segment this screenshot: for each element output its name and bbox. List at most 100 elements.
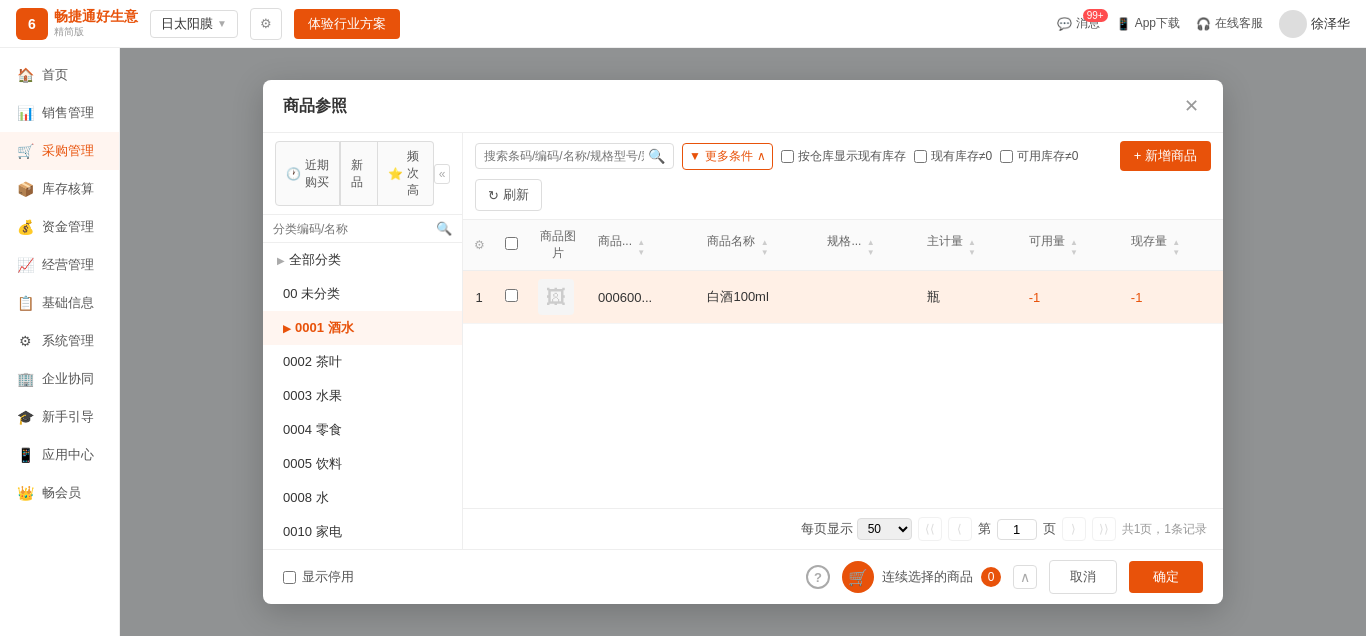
product-search-input[interactable] <box>484 149 644 163</box>
message-button[interactable]: 💬 消息 99+ <box>1057 15 1100 32</box>
cart-area: 🛒 连续选择的商品 0 <box>842 561 1001 593</box>
finance-icon: 💰 <box>16 218 34 236</box>
collapse-left-panel-button[interactable]: « <box>434 164 450 184</box>
tab-recent-purchase[interactable]: 🕐 近期购买 <box>275 141 340 206</box>
table-toolbar: 🔍 ▼ 更多条件 ∧ 按仓库显示现有库存 <box>463 133 1223 220</box>
sidebar-item-basic-info-label: 基础信息 <box>42 294 94 312</box>
warehouse-display-checkbox[interactable]: 按仓库显示现有库存 <box>781 148 906 165</box>
settings-gear-button[interactable]: ⚙ <box>250 8 282 40</box>
trial-button[interactable]: 体验行业方案 <box>294 9 400 39</box>
sidebar-item-app-center[interactable]: 📱 应用中心 <box>0 436 119 474</box>
pagination: 每页显示 50 10 20 100 ⟨⟨ ⟨ 第 <box>463 508 1223 549</box>
col-available[interactable]: 可用量 ▲▼ <box>1019 220 1121 271</box>
sidebar-item-finance-label: 资金管理 <box>42 218 94 236</box>
cancel-button[interactable]: 取消 <box>1049 560 1117 594</box>
filter-icon: ▼ <box>689 149 701 163</box>
message-badge: 99+ <box>1083 9 1108 22</box>
col-spec[interactable]: 规格... ▲▼ <box>817 220 916 271</box>
select-all-checkbox[interactable] <box>505 237 518 250</box>
last-page-button[interactable]: ⟩⟩ <box>1092 517 1116 541</box>
more-filter-button[interactable]: ▼ 更多条件 ∧ <box>682 143 773 170</box>
row-name: 白酒100ml <box>697 271 817 324</box>
modal-close-button[interactable]: ✕ <box>1179 94 1203 118</box>
sidebar-item-guide[interactable]: 🎓 新手引导 <box>0 398 119 436</box>
operations-icon: 📈 <box>16 256 34 274</box>
phone-icon: 📱 <box>1116 17 1131 31</box>
table-header-row: ⚙ 商品图片 商品... ▲▼ <box>463 220 1223 271</box>
home-icon: 🏠 <box>16 66 34 84</box>
cart-label: 连续选择的商品 <box>882 568 973 586</box>
headset-icon: 🎧 <box>1196 17 1211 31</box>
sidebar-item-enterprise[interactable]: 🏢 企业协同 <box>0 360 119 398</box>
sidebar-item-system[interactable]: ⚙ 系统管理 <box>0 322 119 360</box>
row-code: 000600... <box>588 271 697 324</box>
col-stock[interactable]: 现存量 ▲▼ <box>1121 220 1223 271</box>
table-row[interactable]: 1 🖼 <box>463 271 1223 324</box>
col-code[interactable]: 商品... ▲▼ <box>588 220 697 271</box>
next-page-button[interactable]: ⟩ <box>1062 517 1086 541</box>
sidebar-item-purchase[interactable]: 🛒 采购管理 <box>0 132 119 170</box>
row-num: 1 <box>463 271 495 324</box>
logo-area: 6 畅捷通好生意 精简版 <box>16 8 138 40</box>
sidebar-item-home-label: 首页 <box>42 66 68 84</box>
sidebar-item-member[interactable]: 👑 畅会员 <box>0 474 119 512</box>
page-size-area: 每页显示 50 10 20 100 <box>801 518 912 540</box>
guide-icon: 🎓 <box>16 408 34 426</box>
confirm-button[interactable]: 确定 <box>1129 561 1203 593</box>
category-item-tea[interactable]: 0002 茶叶 <box>263 345 462 379</box>
arrow-active-icon: ▶ <box>283 323 291 334</box>
topbar-right: 💬 消息 99+ 📱 App下载 🎧 在线客服 徐泽华 <box>1057 10 1350 38</box>
sidebar-item-app-center-label: 应用中心 <box>42 446 94 464</box>
left-tabs: 🕐 近期购买 新品 ⭐ 频次高 <box>275 141 434 206</box>
logo-title: 畅捷通好生意 <box>54 8 138 25</box>
first-page-button[interactable]: ⟨⟨ <box>918 517 942 541</box>
refresh-button[interactable]: ↻ 刷新 <box>475 179 542 211</box>
sidebar-item-inventory[interactable]: 📦 库存核算 <box>0 170 119 208</box>
sidebar-item-finance[interactable]: 💰 资金管理 <box>0 208 119 246</box>
product-search-icon[interactable]: 🔍 <box>648 148 665 164</box>
sidebar-item-basic-info[interactable]: 📋 基础信息 <box>0 284 119 322</box>
sidebar-item-operations[interactable]: 📈 经营管理 <box>0 246 119 284</box>
category-item-all[interactable]: ▶ 全部分类 <box>263 243 462 277</box>
sidebar-item-sales[interactable]: 📊 销售管理 <box>0 94 119 132</box>
table-settings-icon[interactable]: ⚙ <box>474 238 485 252</box>
content-area: 商品参照 ✕ 🕐 近期购买 <box>120 48 1366 636</box>
show-disabled-input[interactable] <box>283 571 296 584</box>
app-download-button[interactable]: 📱 App下载 <box>1116 15 1180 32</box>
category-item-fruit[interactable]: 0003 水果 <box>263 379 462 413</box>
store-dropdown[interactable]: 日太阳膜 ▼ <box>150 10 238 38</box>
tab-frequent[interactable]: ⭐ 频次高 <box>378 141 435 206</box>
tab-new-product[interactable]: 新品 <box>340 141 378 206</box>
category-item-beverage[interactable]: 0005 饮料 <box>263 447 462 481</box>
category-search-icon[interactable]: 🔍 <box>436 221 452 236</box>
user-area[interactable]: 徐泽华 <box>1279 10 1350 38</box>
online-service-button[interactable]: 🎧 在线客服 <box>1196 15 1263 32</box>
col-name[interactable]: 商品名称 ▲▼ <box>697 220 817 271</box>
add-product-button[interactable]: + 新增商品 <box>1120 141 1211 171</box>
message-icon: 💬 <box>1057 17 1072 31</box>
col-unit[interactable]: 主计量 ▲▼ <box>917 220 1019 271</box>
cart-icon[interactable]: 🛒 <box>842 561 874 593</box>
row-checkbox-cell <box>495 271 528 324</box>
category-item-liquor[interactable]: ▶ 0001 酒水 <box>263 311 462 345</box>
help-button[interactable]: ? <box>806 565 830 589</box>
prev-page-button[interactable]: ⟨ <box>948 517 972 541</box>
left-panel-header: 🕐 近期购买 新品 ⭐ 频次高 <box>263 133 462 215</box>
stock-nonzero-checkbox[interactable]: 现有库存≠0 <box>914 148 992 165</box>
page-size-select[interactable]: 50 10 20 100 <box>857 518 912 540</box>
collapse-footer-button[interactable]: ∧ <box>1013 565 1037 589</box>
category-item-snack[interactable]: 0004 零食 <box>263 413 462 447</box>
row-checkbox[interactable] <box>505 289 518 302</box>
modal-title: 商品参照 <box>283 96 347 117</box>
show-disabled-checkbox[interactable]: 显示停用 <box>283 568 354 586</box>
sidebar-item-enterprise-label: 企业协同 <box>42 370 94 388</box>
page-number-input[interactable] <box>997 519 1037 540</box>
avatar <box>1279 10 1307 38</box>
available-nonzero-checkbox[interactable]: 可用库存≠0 <box>1000 148 1078 165</box>
category-item-water[interactable]: 0008 水 <box>263 481 462 515</box>
chevron-down-icon: ▼ <box>217 18 227 29</box>
category-search-input[interactable] <box>273 222 430 236</box>
sidebar-item-home[interactable]: 🏠 首页 <box>0 56 119 94</box>
category-item-uncategorized[interactable]: 00 未分类 <box>263 277 462 311</box>
category-item-appliances[interactable]: 0010 家电 <box>263 515 462 549</box>
